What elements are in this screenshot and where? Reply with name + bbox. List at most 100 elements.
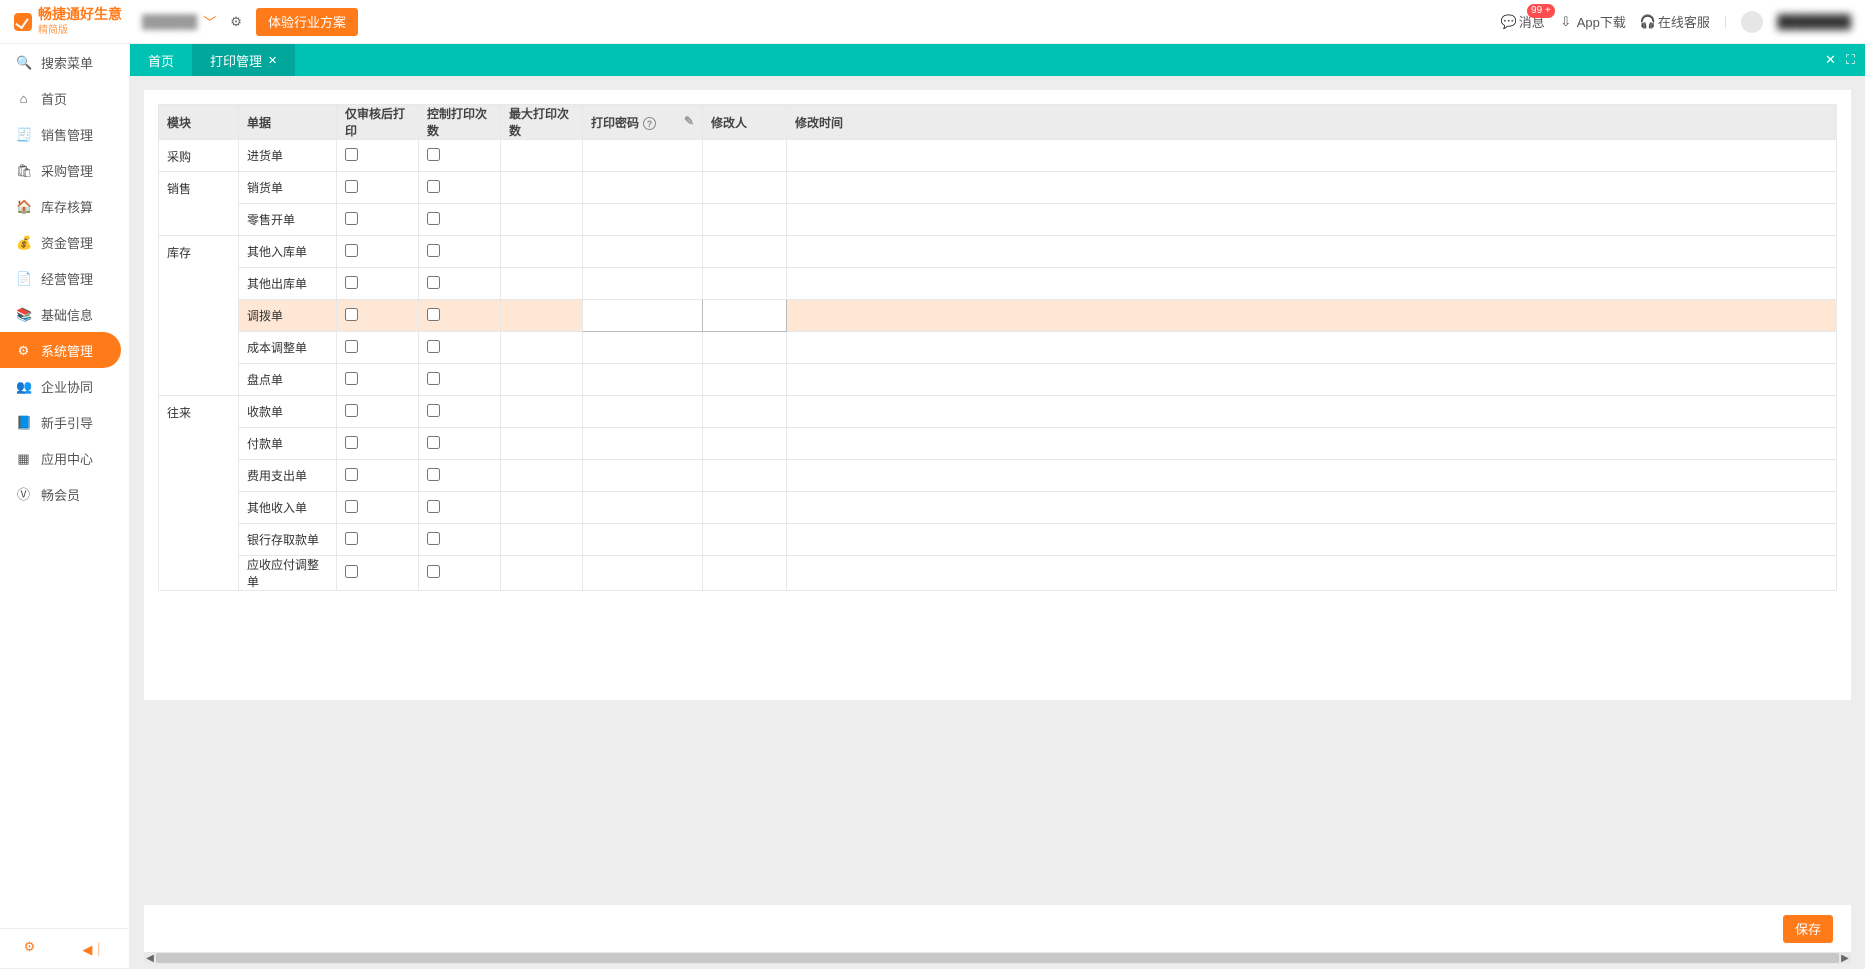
checkbox-audit-only[interactable] (345, 276, 358, 289)
checkbox-control-count[interactable] (427, 436, 440, 449)
checkbox-audit-only[interactable] (345, 212, 358, 225)
checkbox-audit-only[interactable] (345, 532, 358, 545)
cell-max-count (501, 396, 583, 428)
horizontal-scrollbar[interactable]: ◀ ▶ (144, 952, 1851, 964)
cell-max-count (501, 556, 583, 591)
checkbox-audit-only[interactable] (345, 565, 358, 578)
checkbox-audit-only[interactable] (345, 468, 358, 481)
cell-doc: 银行存取款单 (239, 524, 337, 556)
cell-modifier (703, 204, 787, 236)
cell-modified-time (787, 524, 1837, 556)
checkbox-audit-only[interactable] (345, 244, 358, 257)
checkbox-control-count[interactable] (427, 212, 440, 225)
cell-max-count (501, 524, 583, 556)
cell-max-count (501, 204, 583, 236)
checkbox-control-count[interactable] (427, 404, 440, 417)
table-row: 盘点单 (159, 364, 1837, 396)
tab-0[interactable]: 首页 (130, 44, 192, 76)
cell-password[interactable] (583, 300, 703, 332)
checkbox-audit-only[interactable] (345, 372, 358, 385)
table-row: 费用支出单 (159, 460, 1837, 492)
checkbox-control-count[interactable] (427, 308, 440, 321)
try-industry-button[interactable]: 体验行业方案 (256, 8, 358, 36)
checkbox-audit-only[interactable] (345, 436, 358, 449)
checkbox-audit-only[interactable] (345, 404, 358, 417)
scroll-left-icon[interactable]: ◀ (144, 952, 156, 964)
edit-icon[interactable]: ✎ (684, 114, 694, 128)
checkbox-audit-only[interactable] (345, 148, 358, 161)
messages-link[interactable]: 💬 消息 99 + (1501, 12, 1545, 31)
cell-max-count[interactable] (501, 300, 583, 332)
cell-modifier (703, 300, 787, 332)
settings-icon[interactable]: ⚙ (230, 14, 242, 30)
cell-modified-time (787, 556, 1837, 591)
sidebar-item-0[interactable]: 🔍搜索菜单 (0, 44, 129, 80)
gear-icon: ⚙ (16, 343, 31, 358)
sidebar-item-7[interactable]: 📚基础信息 (0, 296, 129, 332)
sidebar-item-11[interactable]: ▦应用中心 (0, 440, 129, 476)
help-icon[interactable]: ? (643, 117, 656, 130)
save-button[interactable]: 保存 (1783, 915, 1833, 943)
checkbox-control-count[interactable] (427, 468, 440, 481)
checkbox-control-count[interactable] (427, 244, 440, 257)
table-row: 采购进货单 (159, 140, 1837, 172)
scroll-thumb[interactable] (156, 953, 1839, 963)
sidebar-item-2[interactable]: 🧾销售管理 (0, 116, 129, 152)
sidebar-item-6[interactable]: 📄经营管理 (0, 260, 129, 296)
checkbox-audit-only[interactable] (345, 500, 358, 513)
cell-control-count (419, 396, 501, 428)
box-icon: 🏠 (16, 199, 31, 214)
cell-audit-only (337, 300, 419, 332)
scroll-right-icon[interactable]: ▶ (1839, 952, 1851, 964)
cell-password (583, 524, 703, 556)
checkbox-control-count[interactable] (427, 500, 440, 513)
sidebar-item-4[interactable]: 🏠库存核算 (0, 188, 129, 224)
fullscreen-icon[interactable]: ⛶ (1846, 52, 1855, 68)
cell-doc: 盘点单 (239, 364, 337, 396)
tab-close-icon[interactable]: ✕ (268, 54, 277, 67)
sidebar-item-1[interactable]: ⌂首页 (0, 80, 129, 116)
sidebar-item-5[interactable]: 💰资金管理 (0, 224, 129, 260)
sidebar-collapse-icon[interactable]: ◀｜ (82, 939, 105, 958)
checkbox-control-count[interactable] (427, 532, 440, 545)
location-selector-text[interactable]: ██████ (142, 14, 197, 29)
cell-password (583, 204, 703, 236)
chevron-down-icon[interactable]: ﹀ (203, 12, 216, 31)
sidebar-item-3[interactable]: 🛍采购管理 (0, 152, 129, 188)
sidebar-item-label: 资金管理 (41, 233, 93, 252)
tab-1[interactable]: 打印管理✕ (192, 44, 295, 76)
cell-modifier (703, 428, 787, 460)
cell-doc: 调拨单 (239, 300, 337, 332)
cell-password (583, 556, 703, 591)
app-download-link[interactable]: ⇩ App下载 (1559, 12, 1626, 31)
sidebar-item-10[interactable]: 📘新手引导 (0, 404, 129, 440)
col-header-1: 单据 (239, 105, 337, 140)
cell-password (583, 364, 703, 396)
sidebar-item-12[interactable]: Ⓥ畅会员 (0, 476, 129, 512)
checkbox-audit-only[interactable] (345, 340, 358, 353)
cell-audit-only (337, 524, 419, 556)
checkbox-control-count[interactable] (427, 180, 440, 193)
sidebar-settings-icon[interactable]: ⚙ (24, 939, 36, 958)
sidebar-item-9[interactable]: 👥企业协同 (0, 368, 129, 404)
online-support-link[interactable]: 🎧 在线客服 (1640, 12, 1710, 31)
sidebar-item-8[interactable]: ⚙系统管理 (0, 332, 121, 368)
checkbox-audit-only[interactable] (345, 308, 358, 321)
cell-doc: 其他收入单 (239, 492, 337, 524)
content-area: 模块单据仅审核后打印控制打印次数最大打印次数打印密码?✎修改人修改时间 采购进货… (130, 76, 1865, 890)
brand-logo[interactable]: 畅捷通好生意 精简版 (14, 7, 122, 36)
checkbox-control-count[interactable] (427, 565, 440, 578)
checkbox-audit-only[interactable] (345, 180, 358, 193)
checkbox-control-count[interactable] (427, 340, 440, 353)
checkbox-control-count[interactable] (427, 276, 440, 289)
cell-doc: 收款单 (239, 396, 337, 428)
cell-password (583, 396, 703, 428)
tab-close-all-icon[interactable]: ✕ (1825, 52, 1836, 68)
user-name[interactable]: ████████ (1777, 14, 1851, 29)
cell-modified-time (787, 268, 1837, 300)
table-row: 其他出库单 (159, 268, 1837, 300)
checkbox-control-count[interactable] (427, 372, 440, 385)
cell-audit-only (337, 204, 419, 236)
checkbox-control-count[interactable] (427, 148, 440, 161)
avatar[interactable] (1741, 11, 1763, 33)
